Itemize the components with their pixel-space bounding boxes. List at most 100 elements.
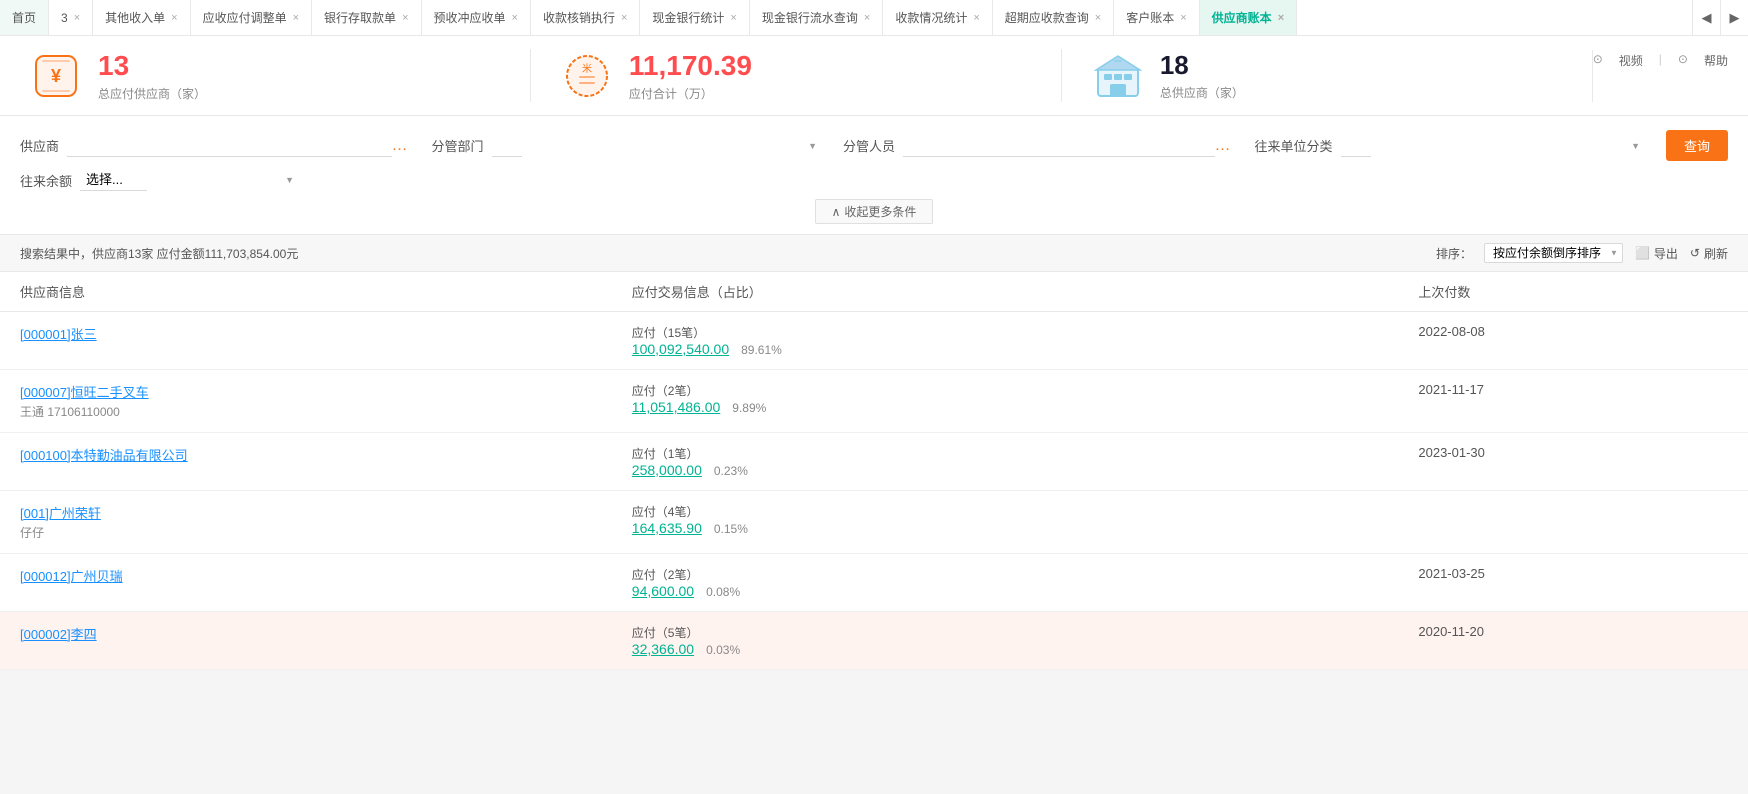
data-table: 供应商信息 应付交易信息（占比） 上次付数 [000001]张三 应付（15笔）1… <box>0 272 1748 670</box>
nav-tab-customer-book-close[interactable]: × <box>1180 12 1186 24</box>
tx-info-cell: 应付（15笔）100,092,540.0089.61% <box>612 312 1399 370</box>
nav-tab-cash-bank-flow-close[interactable]: × <box>864 12 870 24</box>
nav-tab-bank-deposit[interactable]: 银行存取款单 × <box>312 0 421 35</box>
search-area: 供应商 … 分管部门 分管人员 … 往来单位分类 <box>0 116 1748 235</box>
supplier-link[interactable]: [001]广州荣轩 <box>20 506 101 521</box>
nav-tab-receipt-verify[interactable]: 收款核销执行 × <box>531 0 640 35</box>
last-pay-cell: 2020-11-20 <box>1398 612 1748 670</box>
sort-select[interactable]: 按应付余额倒序排序 <box>1484 243 1623 263</box>
nav-tab-prepay-ar[interactable]: 预收冲应收单 × <box>422 0 531 35</box>
supplier-link[interactable]: [000012]广州贝瑞 <box>20 569 123 584</box>
table-row: [000002]李四应付（5笔）32,366.000.03%2020-11-20 <box>0 612 1748 670</box>
tx-amount[interactable]: 164,635.90 <box>632 520 702 536</box>
query-button[interactable]: 查询 <box>1666 130 1728 161</box>
balance-select[interactable]: 选择... <box>80 169 147 191</box>
total-suppliers-number: 18 <box>1160 50 1562 81</box>
supplier-sub: 王通 17106110000 <box>20 403 592 420</box>
tx-amount[interactable]: 32,366.00 <box>632 641 694 657</box>
help-link[interactable]: 帮助 <box>1704 52 1728 69</box>
results-summary: 搜索结果中，供应商13家 应付金额111,703,854.00元 <box>20 245 298 262</box>
nav-tab-customer-book-label: 客户账本 <box>1126 9 1174 26</box>
nav-tab-cash-bank-stat[interactable]: 现金银行统计 × <box>640 0 749 35</box>
tx-label: 应付（4笔） <box>632 503 1379 520</box>
person-label: 分管人员 <box>843 136 895 155</box>
supplier-link[interactable]: [000001]张三 <box>20 327 97 342</box>
nav-tab-ar-ap-adjust-label: 应收应付调整单 <box>203 9 287 26</box>
tx-amount[interactable]: 11,051,486.00 <box>632 399 721 415</box>
supplier-dots[interactable]: … <box>392 137 408 155</box>
tx-amount[interactable]: 100,092,540.00 <box>632 341 729 357</box>
help-icon: ⊙ <box>1678 52 1688 69</box>
nav-tab-3-close[interactable]: × <box>74 12 80 24</box>
search-field-dept: 分管部门 <box>432 135 824 157</box>
nav-prev-arrow[interactable]: ◀ <box>1692 0 1720 35</box>
tx-percent: 0.08% <box>706 585 740 599</box>
search-field-balance: 往来余额 选择... <box>20 169 300 191</box>
tx-amount[interactable]: 94,600.00 <box>632 583 694 599</box>
table-header-row: 供应商信息 应付交易信息（占比） 上次付数 <box>0 272 1748 312</box>
stat-actions: ⊙ 视频 | ⊙ 帮助 <box>1593 48 1728 69</box>
search-row-2: 往来余额 选择... <box>20 169 1728 191</box>
th-last-pay: 上次付数 <box>1398 272 1748 312</box>
th-tx-info: 应付交易信息（占比） <box>612 272 1399 312</box>
supplier-link[interactable]: [000100]本特勤油品有限公司 <box>20 448 188 463</box>
nav-tab-supplier-book-close[interactable]: × <box>1278 12 1284 24</box>
nav-tab-receipt-stat[interactable]: 收款情况统计 × <box>883 0 992 35</box>
nav-tab-prepay-ar-close[interactable]: × <box>512 12 518 24</box>
collapse-button[interactable]: ∧ 收起更多条件 <box>815 199 934 224</box>
supplier-link[interactable]: [000007]恒旺二手叉车 <box>20 385 149 400</box>
th-supplier-info: 供应商信息 <box>0 272 612 312</box>
tx-info-cell: 应付（4笔）164,635.900.15% <box>612 491 1399 554</box>
search-row-1: 供应商 … 分管部门 分管人员 … 往来单位分类 <box>20 130 1728 161</box>
tx-percent: 9.89% <box>732 401 766 415</box>
nav-tab-cash-bank-stat-close[interactable]: × <box>730 12 736 24</box>
category-label: 往来单位分类 <box>1255 136 1333 155</box>
nav-tab-cash-bank-flow[interactable]: 现金银行流水查询 × <box>750 0 883 35</box>
tx-percent: 0.23% <box>714 464 748 478</box>
nav-tab-receipt-stat-close[interactable]: × <box>973 12 979 24</box>
supplier-link[interactable]: [000002]李四 <box>20 627 97 642</box>
table-container: 供应商信息 应付交易信息（占比） 上次付数 [000001]张三 应付（15笔）1… <box>0 272 1748 670</box>
search-field-category: 往来单位分类 <box>1255 135 1647 157</box>
supplier-input[interactable] <box>67 135 391 157</box>
nav-tab-customer-book[interactable]: 客户账本 × <box>1114 0 1199 35</box>
nav-tab-receipt-stat-label: 收款情况统计 <box>895 9 967 26</box>
supplier-info-cell: [000012]广州贝瑞 <box>0 554 612 612</box>
tx-amount[interactable]: 258,000.00 <box>632 462 702 478</box>
ap-suppliers-label: 总应付供应商（家） <box>98 85 500 102</box>
top-nav: 首页 3 × 其他收入单 × 应收应付调整单 × 银行存取款单 × 预收冲应收单… <box>0 0 1748 36</box>
sort-label: 排序： <box>1436 245 1472 262</box>
nav-tab-overdue-ar-label: 超期应收款查询 <box>1005 9 1089 26</box>
nav-tab-ar-ap-adjust-close[interactable]: × <box>293 12 299 24</box>
video-link[interactable]: 视频 <box>1619 52 1643 69</box>
tx-info-cell: 应付（2笔）11,051,486.00 9.89% <box>612 370 1399 433</box>
supplier-info-cell: [000002]李四 <box>0 612 612 670</box>
svg-text:米: 米 <box>582 62 592 75</box>
supplier-label: 供应商 <box>20 136 59 155</box>
stat-info-ap-suppliers: 13 总应付供应商（家） <box>98 49 500 102</box>
refresh-button[interactable]: ↺ 刷新 <box>1690 245 1728 262</box>
tx-label: 应付（2笔） <box>632 382 1379 399</box>
table-row: [000100]本特勤油品有限公司应付（1笔）258,000.000.23%20… <box>0 433 1748 491</box>
supplier-info-cell: [001]广州荣轩仔仔 <box>0 491 612 554</box>
nav-next-arrow[interactable]: ▶ <box>1720 0 1748 35</box>
export-button[interactable]: ⬜ 导出 <box>1635 245 1678 262</box>
nav-tab-other-income-close[interactable]: × <box>171 12 177 24</box>
nav-tab-home[interactable]: 首页 <box>0 0 49 35</box>
tx-info-cell: 应付（1笔）258,000.000.23% <box>612 433 1399 491</box>
person-input[interactable] <box>903 135 1214 157</box>
nav-tab-overdue-ar[interactable]: 超期应收款查询 × <box>993 0 1114 35</box>
total-suppliers-icon <box>1092 50 1144 102</box>
nav-tab-3[interactable]: 3 × <box>49 0 93 35</box>
nav-tab-other-income[interactable]: 其他收入单 × <box>93 0 190 35</box>
refresh-label: 刷新 <box>1704 245 1728 262</box>
category-select[interactable] <box>1341 135 1371 157</box>
nav-tab-bank-deposit-close[interactable]: × <box>402 12 408 24</box>
search-field-supplier: 供应商 … <box>20 135 412 157</box>
nav-tab-supplier-book[interactable]: 供应商账本 × <box>1200 0 1297 35</box>
nav-tab-ar-ap-adjust[interactable]: 应收应付调整单 × <box>191 0 312 35</box>
nav-tab-overdue-ar-close[interactable]: × <box>1095 12 1101 24</box>
dept-select[interactable] <box>492 135 522 157</box>
person-dots[interactable]: … <box>1215 137 1231 155</box>
nav-tab-receipt-verify-close[interactable]: × <box>621 12 627 24</box>
